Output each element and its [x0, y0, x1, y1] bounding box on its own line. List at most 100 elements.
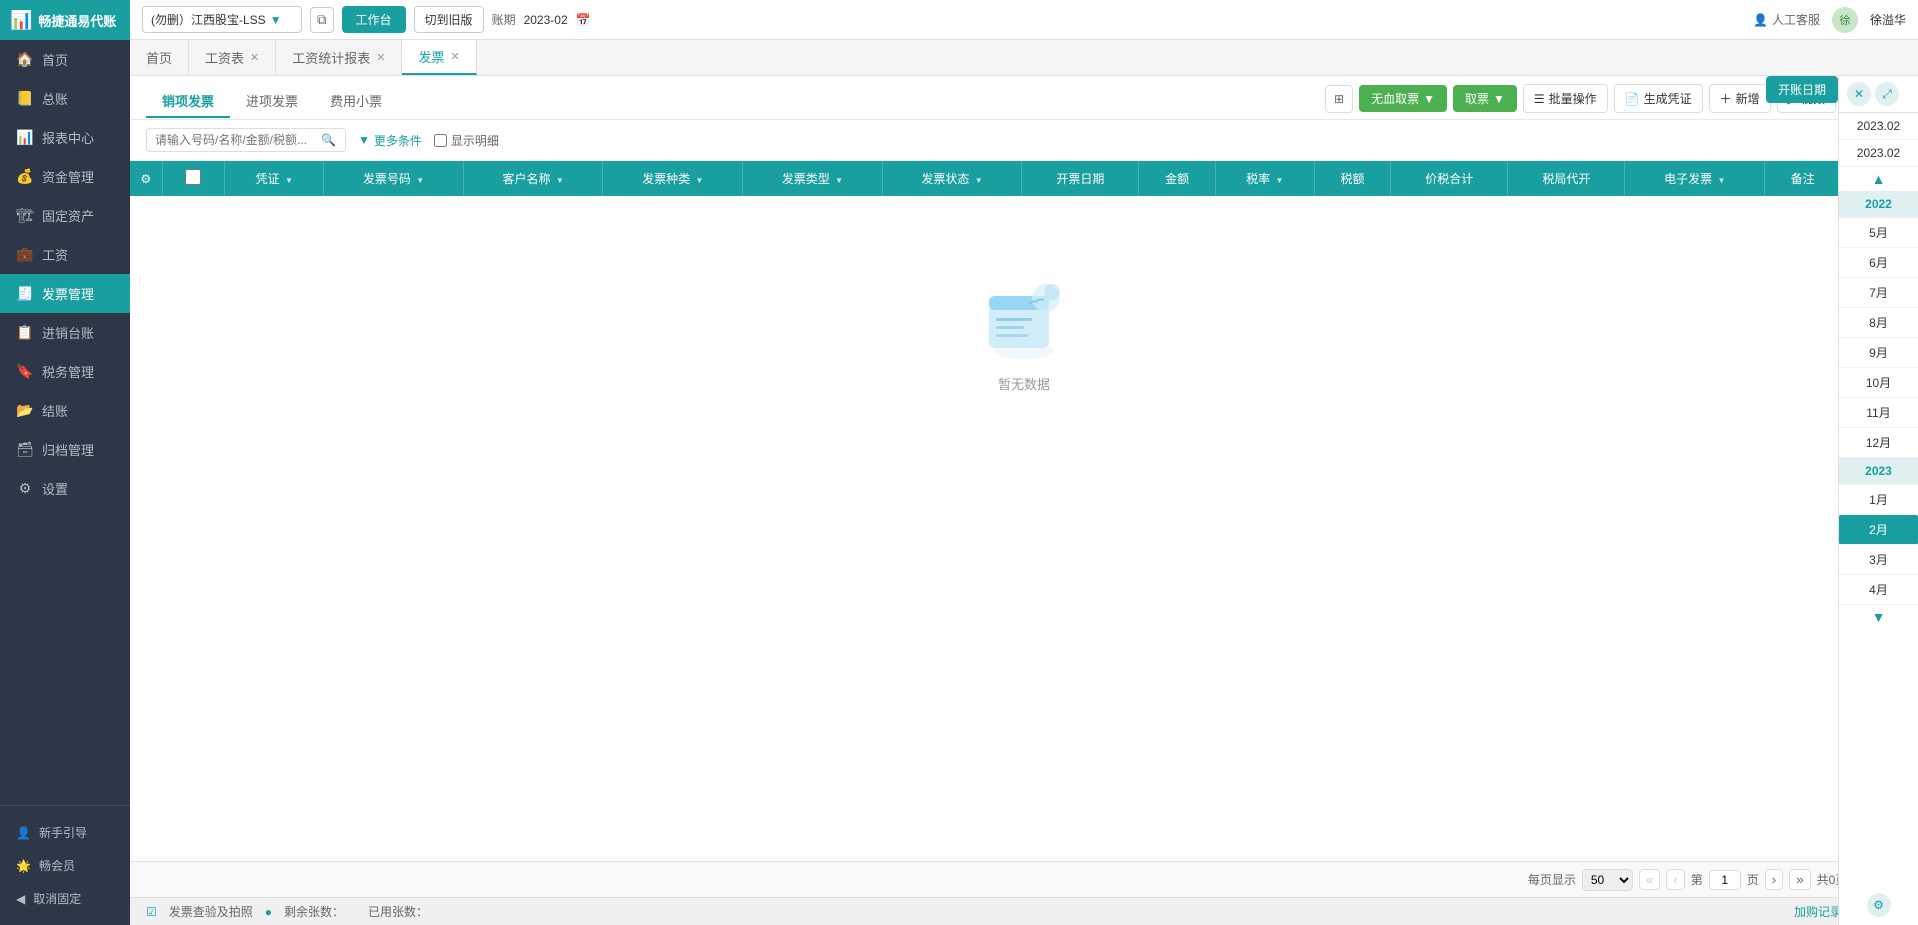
date-year-2022[interactable]: 2022 — [1839, 191, 1918, 218]
date-2023-4[interactable]: 4月 — [1839, 575, 1918, 605]
date-2022-10[interactable]: 10月 — [1839, 368, 1918, 398]
col-tax-total[interactable]: 价税合计 — [1391, 161, 1508, 196]
show-detail-toggle[interactable]: 显示明细 — [434, 132, 499, 149]
col-customer[interactable]: 客户名称 ▼ — [463, 161, 603, 196]
no-ticket-button[interactable]: 无血取票 ▼ — [1359, 85, 1447, 112]
sidebar-item-label: 固定资产 — [42, 206, 94, 225]
date-panel-expand-icon[interactable]: ⤢ — [1875, 82, 1899, 106]
date-up-arrow[interactable]: ▲ — [1872, 171, 1886, 187]
date-nav-down[interactable]: ▼ — [1839, 605, 1918, 629]
col-open-date[interactable]: 开票日期 — [1022, 161, 1139, 196]
date-2022-9[interactable]: 9月 — [1839, 338, 1918, 368]
tab-salary-stat[interactable]: 工资统计报表 ✕ — [276, 40, 402, 75]
tab-close-salary[interactable]: ✕ — [250, 51, 259, 64]
gen-voucher-button[interactable]: 📄 生成凭证 — [1614, 84, 1703, 113]
sidebar-item-unpin[interactable]: ◀ 取消固定 — [0, 882, 130, 915]
date-2023-2[interactable]: 2月 — [1839, 515, 1918, 545]
workbench-button[interactable]: 工作台 — [342, 6, 406, 33]
company-selector[interactable]: (勿删）江西股宝-LSS ▼ — [142, 6, 302, 33]
filter-icon: ▼ — [358, 133, 370, 147]
tab-invoice[interactable]: 发票 ✕ — [402, 40, 476, 75]
table-container: ⚙ 凭证 ▼ 发票号码 ▼ 客户名称 ▼ 发票种类 ▼ 发票类型 ▼ 发票状态 … — [130, 161, 1918, 861]
sidebar-item-tax[interactable]: 🔖 税务管理 — [0, 352, 130, 391]
home-icon: 🏠 — [16, 51, 34, 68]
col-tax-code[interactable]: 税局代开 — [1508, 161, 1625, 196]
col-invoice-status[interactable]: 发票状态 ▼ — [882, 161, 1022, 196]
page-number-input[interactable] — [1709, 870, 1741, 890]
batch-op-icon: ☰ — [1534, 92, 1545, 106]
date-year-2023[interactable]: 2023 — [1839, 458, 1918, 485]
sidebar-item-ledger[interactable]: 📒 总账 — [0, 79, 130, 118]
select-all-checkbox[interactable] — [185, 169, 201, 185]
page-size-select[interactable]: 50 10 20 100 — [1582, 869, 1633, 891]
tab-label: 发票 — [418, 47, 444, 66]
subtab-expense[interactable]: 费用小票 — [314, 85, 398, 118]
sidebar-item-settings[interactable]: ⚙ 设置 — [0, 469, 130, 508]
next-page-button[interactable]: › — [1765, 869, 1783, 890]
sidebar-item-salary[interactable]: 💼 工资 — [0, 235, 130, 274]
date-nav-up[interactable]: ▲ — [1839, 167, 1918, 191]
col-invoice-cat[interactable]: 发票类型 ▼ — [743, 161, 883, 196]
ticket-button[interactable]: 取票 ▼ — [1453, 85, 1517, 112]
col-e-invoice[interactable]: 电子发票 ▼ — [1625, 161, 1765, 196]
date-recent-1[interactable]: 2023.02 — [1839, 113, 1918, 140]
year-2022-label: 2022 — [1865, 197, 1892, 211]
col-tax[interactable]: 税额 — [1314, 161, 1390, 196]
search-input[interactable] — [155, 133, 315, 147]
switch-old-button[interactable]: 切到旧版 — [414, 6, 484, 33]
date-2022-6[interactable]: 6月 — [1839, 248, 1918, 278]
more-conditions-button[interactable]: ▼ 更多条件 — [358, 132, 422, 149]
tab-close-salary-stat[interactable]: ✕ — [376, 51, 385, 64]
col-invoice-type[interactable]: 发票种类 ▼ — [603, 161, 743, 196]
tab-home[interactable]: 首页 — [130, 40, 189, 75]
date-2022-11[interactable]: 11月 — [1839, 398, 1918, 428]
subtab-sales[interactable]: 销项发票 — [146, 85, 230, 118]
copy-button[interactable]: ⧉ — [310, 7, 334, 33]
new-button[interactable]: ＋ 新增 — [1709, 84, 1771, 113]
date-2022-5[interactable]: 5月 — [1839, 218, 1918, 248]
sidebar-item-invoice[interactable]: 🧾 发票管理 — [0, 274, 130, 313]
col-tax-rate[interactable]: 税率 ▼ — [1215, 161, 1314, 196]
sidebar-item-sales-ledger[interactable]: 📋 进销台账 — [0, 313, 130, 352]
tab-close-invoice[interactable]: ✕ — [451, 50, 460, 63]
sidebar-item-archive[interactable]: 🗃 归档管理 — [0, 430, 130, 469]
date-recent-2[interactable]: 2023.02 — [1839, 140, 1918, 167]
sidebar-item-guide[interactable]: 👤 新手引导 — [0, 816, 130, 849]
show-detail-checkbox[interactable] — [434, 134, 447, 147]
sidebar-item-member[interactable]: 🌟 畅会员 — [0, 849, 130, 882]
col-amount[interactable]: 金额 — [1139, 161, 1215, 196]
empty-state: 暂无数据 — [130, 196, 1918, 473]
sidebar-item-capital[interactable]: 💰 资金管理 — [0, 157, 130, 196]
support-button[interactable]: 👤 人工客服 — [1753, 11, 1820, 28]
col-checkbox[interactable] — [162, 161, 225, 196]
col-voucher[interactable]: 凭证 ▼ — [225, 161, 324, 196]
tab-label: 工资表 — [205, 48, 244, 67]
sidebar-item-home[interactable]: 🏠 首页 — [0, 40, 130, 79]
date-2022-8[interactable]: 8月 — [1839, 308, 1918, 338]
date-2022-7[interactable]: 7月 — [1839, 278, 1918, 308]
sidebar-item-fixed-asset[interactable]: 🏗 固定资产 — [0, 196, 130, 235]
date-2022-12[interactable]: 12月 — [1839, 428, 1918, 458]
tab-salary[interactable]: 工资表 ✕ — [189, 40, 276, 75]
date-panel-settings-icon[interactable]: ⚙ — [1867, 893, 1891, 917]
col-remark[interactable]: 备注 — [1765, 161, 1841, 196]
open-period-button[interactable]: 开账日期 — [1766, 76, 1838, 103]
prev-page-button[interactable]: ‹ — [1666, 869, 1684, 890]
col-settings[interactable]: ⚙ — [130, 161, 162, 196]
subtab-purchase[interactable]: 进项发票 — [230, 85, 314, 118]
grid-icon-button[interactable]: ⊞ — [1325, 85, 1353, 113]
sidebar-item-report[interactable]: 📊 报表中心 — [0, 118, 130, 157]
first-page-button[interactable]: « — [1639, 869, 1660, 890]
new-icon: ＋ — [1720, 90, 1732, 107]
last-page-button[interactable]: » — [1789, 869, 1810, 890]
date-down-arrow[interactable]: ▼ — [1872, 609, 1886, 625]
join-records-link[interactable]: 加购记录 — [1794, 903, 1842, 920]
date-recent-1-value: 2023.02 — [1857, 119, 1900, 133]
date-2023-3[interactable]: 3月 — [1839, 545, 1918, 575]
batch-op-button[interactable]: ☰ 批量操作 — [1523, 84, 1608, 113]
col-invoice-no[interactable]: 发票号码 ▼ — [324, 161, 464, 196]
date-2023-1[interactable]: 1月 — [1839, 485, 1918, 515]
date-panel-close-icon[interactable]: ✕ — [1847, 82, 1871, 106]
sidebar-item-close-account[interactable]: 📂 结账 — [0, 391, 130, 430]
sidebar-item-label: 发票管理 — [42, 284, 94, 303]
